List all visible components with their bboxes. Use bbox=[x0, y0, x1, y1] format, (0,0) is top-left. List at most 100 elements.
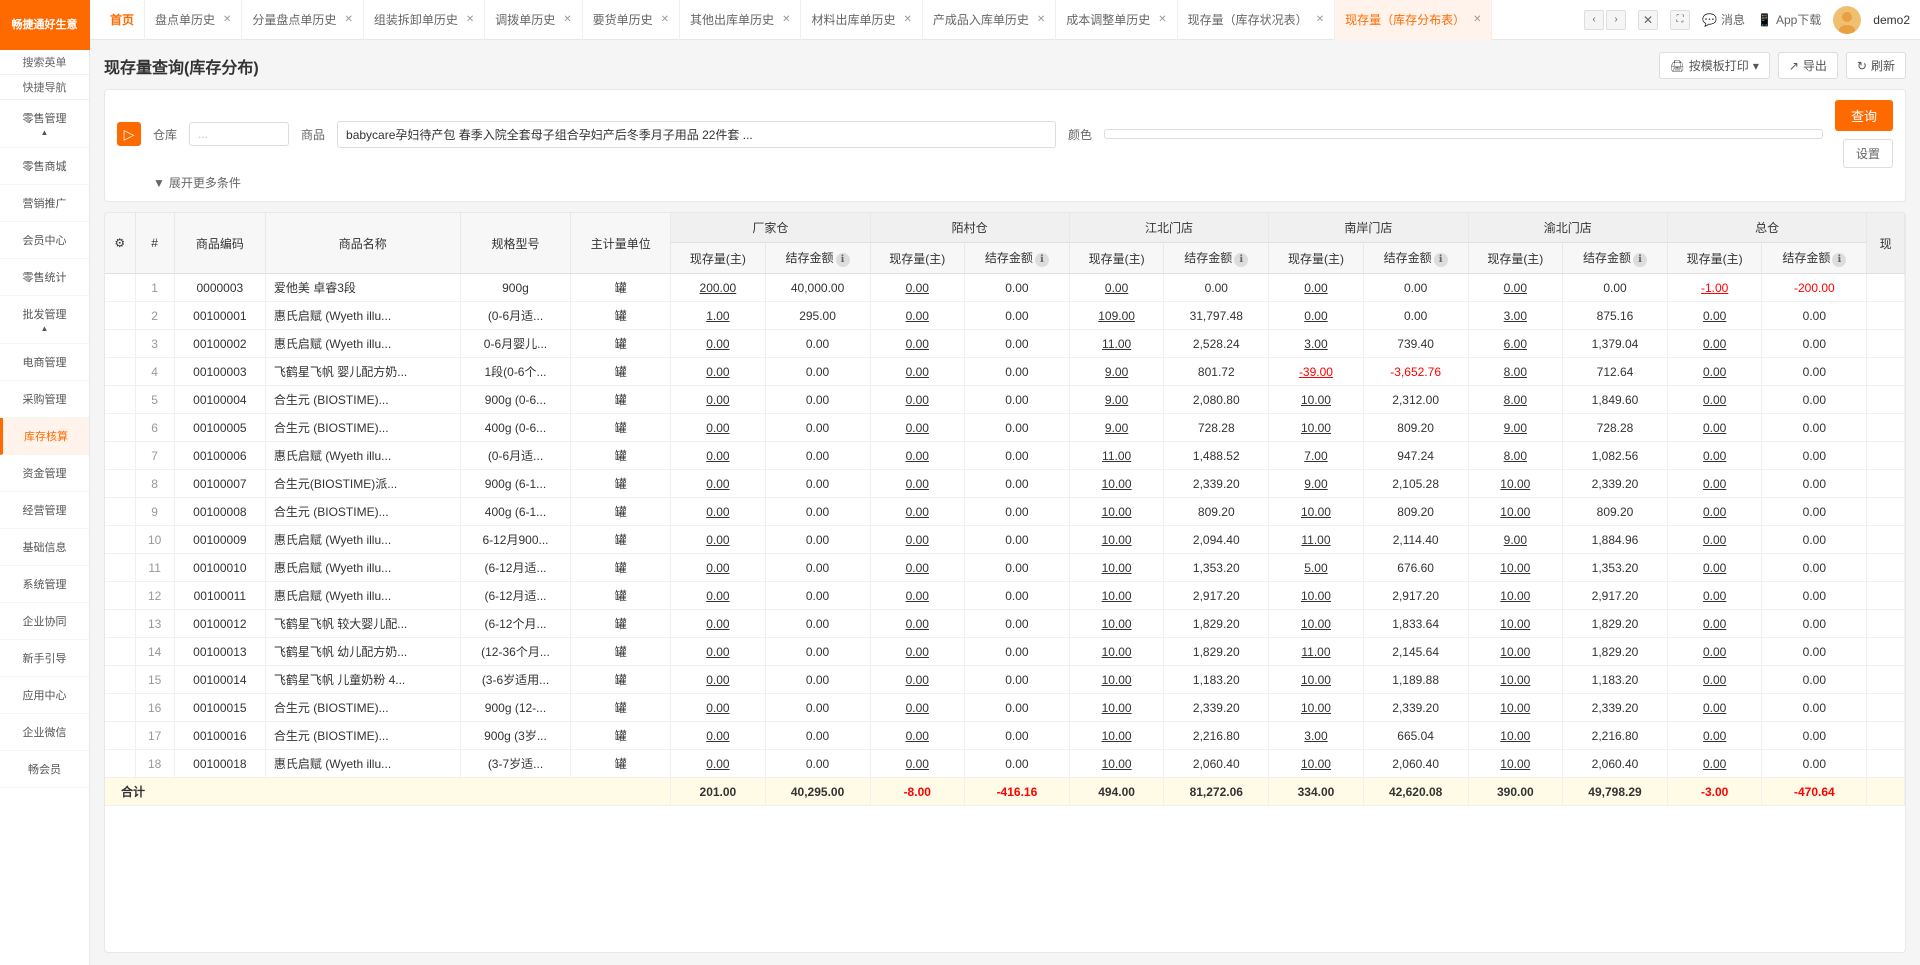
nanan-qty-cell[interactable]: 3.00 bbox=[1269, 722, 1363, 750]
total-qty-cell[interactable]: 0.00 bbox=[1667, 638, 1761, 666]
avatar[interactable] bbox=[1833, 6, 1861, 34]
factory-qty-cell[interactable]: 0.00 bbox=[671, 750, 765, 778]
filter-toggle-btn[interactable]: ▷ bbox=[117, 122, 141, 146]
total-qty-cell[interactable]: 0.00 bbox=[1667, 442, 1761, 470]
sidebar-item-资金管理[interactable]: 资金管理 bbox=[0, 455, 89, 492]
total-qty-cell[interactable]: 0.00 bbox=[1667, 526, 1761, 554]
sidebar-item-企业协同[interactable]: 企业协同 bbox=[0, 603, 89, 640]
sidebar-item-零售管理[interactable]: 零售管理▲ bbox=[0, 100, 89, 148]
factory-qty-cell[interactable]: 0.00 bbox=[671, 582, 765, 610]
yubei-qty-cell[interactable]: 10.00 bbox=[1468, 470, 1562, 498]
tab-7[interactable]: 材料出库单历史✕ bbox=[801, 0, 922, 40]
jiangbei-qty-cell[interactable]: 11.00 bbox=[1069, 442, 1163, 470]
factory-qty-cell[interactable]: 0.00 bbox=[671, 610, 765, 638]
tab-close-6[interactable]: ✕ bbox=[782, 14, 790, 25]
yubei-qty-cell[interactable]: 8.00 bbox=[1468, 442, 1562, 470]
factory-qty-cell[interactable]: 0.00 bbox=[671, 638, 765, 666]
tab-2[interactable]: 分量盘点单历史✕ bbox=[242, 0, 363, 40]
app-download-btn[interactable]: 📱 App下载 bbox=[1757, 11, 1821, 28]
tab-close-1[interactable]: ✕ bbox=[223, 14, 231, 25]
jiangbei-amt-info-icon[interactable]: ℹ bbox=[1234, 253, 1248, 267]
total-qty-cell[interactable]: 0.00 bbox=[1667, 750, 1761, 778]
yubei-qty-cell[interactable]: 0.00 bbox=[1468, 274, 1562, 302]
mocun-qty-cell[interactable]: 0.00 bbox=[870, 498, 964, 526]
jiangbei-qty-cell[interactable]: 10.00 bbox=[1069, 498, 1163, 526]
mocun-qty-cell[interactable]: 0.00 bbox=[870, 750, 964, 778]
tab-5[interactable]: 要货单历史✕ bbox=[583, 0, 680, 40]
mocun-qty-cell[interactable]: 0.00 bbox=[870, 330, 964, 358]
sidebar-item-库存核算[interactable]: 库存核算 bbox=[0, 418, 89, 455]
factory-qty-cell[interactable]: 200.00 bbox=[671, 274, 765, 302]
factory-qty-cell[interactable]: 0.00 bbox=[671, 666, 765, 694]
jiangbei-qty-cell[interactable]: 10.00 bbox=[1069, 750, 1163, 778]
total-qty-cell[interactable]: 0.00 bbox=[1667, 722, 1761, 750]
tab-close-4[interactable]: ✕ bbox=[563, 14, 571, 25]
yubei-qty-cell[interactable]: 9.00 bbox=[1468, 414, 1562, 442]
jiangbei-qty-cell[interactable]: 9.00 bbox=[1069, 414, 1163, 442]
mocun-qty-cell[interactable]: 0.00 bbox=[870, 358, 964, 386]
yubei-amt-info-icon[interactable]: ℹ bbox=[1633, 253, 1647, 267]
close-tab-btn[interactable]: ✕ bbox=[1638, 10, 1658, 30]
yubei-qty-cell[interactable]: 6.00 bbox=[1468, 330, 1562, 358]
total-qty-cell[interactable]: 0.00 bbox=[1667, 414, 1761, 442]
jiangbei-qty-cell[interactable]: 10.00 bbox=[1069, 638, 1163, 666]
tab-1[interactable]: 盘点单历史✕ bbox=[145, 0, 242, 40]
factory-amt-info-icon[interactable]: ℹ bbox=[836, 253, 850, 267]
yubei-qty-cell[interactable]: 8.00 bbox=[1468, 358, 1562, 386]
yubei-qty-cell[interactable]: 10.00 bbox=[1468, 610, 1562, 638]
sidebar-item-企业微信[interactable]: 企业微信 bbox=[0, 714, 89, 751]
warehouse-input[interactable]: ... bbox=[189, 122, 289, 146]
mocun-qty-cell[interactable]: 0.00 bbox=[870, 722, 964, 750]
message-btn[interactable]: 💬 消息 bbox=[1702, 11, 1745, 28]
nanan-amt-info-icon[interactable]: ℹ bbox=[1434, 253, 1448, 267]
total-qty-cell[interactable]: 0.00 bbox=[1667, 470, 1761, 498]
factory-qty-cell[interactable]: 0.00 bbox=[671, 526, 765, 554]
yubei-qty-cell[interactable]: 3.00 bbox=[1468, 302, 1562, 330]
total-qty-cell[interactable]: 0.00 bbox=[1667, 694, 1761, 722]
sidebar-item-批发管理[interactable]: 批发管理▲ bbox=[0, 296, 89, 344]
nanan-qty-cell[interactable]: 11.00 bbox=[1269, 638, 1363, 666]
jiangbei-qty-cell[interactable]: 0.00 bbox=[1069, 274, 1163, 302]
yubei-qty-cell[interactable]: 10.00 bbox=[1468, 694, 1562, 722]
factory-qty-cell[interactable]: 0.00 bbox=[671, 722, 765, 750]
tab-close-9[interactable]: ✕ bbox=[1158, 14, 1166, 25]
sidebar-item-采购管理[interactable]: 采购管理 bbox=[0, 381, 89, 418]
mocun-qty-cell[interactable]: 0.00 bbox=[870, 470, 964, 498]
table-scroll[interactable]: ⚙ # 商品编码 商品名称 规格型号 主计量单位 厂家仓 陌村仓 江北门店 南岸… bbox=[105, 213, 1905, 952]
factory-qty-cell[interactable]: 0.00 bbox=[671, 554, 765, 582]
sidebar-search[interactable]: 搜索英单 bbox=[0, 50, 89, 75]
nanan-qty-cell[interactable]: 10.00 bbox=[1269, 694, 1363, 722]
factory-qty-cell[interactable]: 0.00 bbox=[671, 498, 765, 526]
nanan-qty-cell[interactable]: 5.00 bbox=[1269, 554, 1363, 582]
sidebar-item-零售统计[interactable]: 零售统计 bbox=[0, 259, 89, 296]
tab-0[interactable]: 首页 bbox=[100, 0, 145, 40]
total-qty-cell[interactable]: 0.00 bbox=[1667, 666, 1761, 694]
sidebar-item-电商管理[interactable]: 电商管理 bbox=[0, 344, 89, 381]
nanan-qty-cell[interactable]: 0.00 bbox=[1269, 302, 1363, 330]
total-qty-cell[interactable]: 0.00 bbox=[1667, 554, 1761, 582]
mocun-qty-cell[interactable]: 0.00 bbox=[870, 526, 964, 554]
refresh-btn[interactable]: ↻ 刷新 bbox=[1846, 52, 1906, 79]
nanan-qty-cell[interactable]: 3.00 bbox=[1269, 330, 1363, 358]
factory-qty-cell[interactable]: 0.00 bbox=[671, 386, 765, 414]
tab-close-8[interactable]: ✕ bbox=[1037, 14, 1045, 25]
settings-btn[interactable]: 设置 bbox=[1843, 139, 1893, 168]
export-btn[interactable]: ↗ 导出 bbox=[1778, 52, 1838, 79]
nav-next-btn[interactable]: › bbox=[1606, 10, 1626, 30]
total-qty-cell[interactable]: 0.00 bbox=[1667, 386, 1761, 414]
jiangbei-qty-cell[interactable]: 10.00 bbox=[1069, 610, 1163, 638]
yubei-qty-cell[interactable]: 10.00 bbox=[1468, 498, 1562, 526]
jiangbei-qty-cell[interactable]: 10.00 bbox=[1069, 722, 1163, 750]
jiangbei-qty-cell[interactable]: 10.00 bbox=[1069, 526, 1163, 554]
factory-qty-cell[interactable]: 0.00 bbox=[671, 358, 765, 386]
tab-4[interactable]: 调拨单历史✕ bbox=[485, 0, 582, 40]
sidebar-quick-nav[interactable]: 快捷导航 bbox=[0, 75, 89, 100]
mocun-qty-cell[interactable]: 0.00 bbox=[870, 554, 964, 582]
expand-btn[interactable]: ⛶ bbox=[1670, 10, 1690, 30]
jiangbei-qty-cell[interactable]: 10.00 bbox=[1069, 582, 1163, 610]
sidebar-item-经营管理[interactable]: 经营管理 bbox=[0, 492, 89, 529]
yubei-qty-cell[interactable]: 9.00 bbox=[1468, 526, 1562, 554]
sidebar-item-畅会员[interactable]: 畅会员 bbox=[0, 751, 89, 788]
color-input[interactable] bbox=[1104, 129, 1823, 139]
jiangbei-qty-cell[interactable]: 10.00 bbox=[1069, 694, 1163, 722]
